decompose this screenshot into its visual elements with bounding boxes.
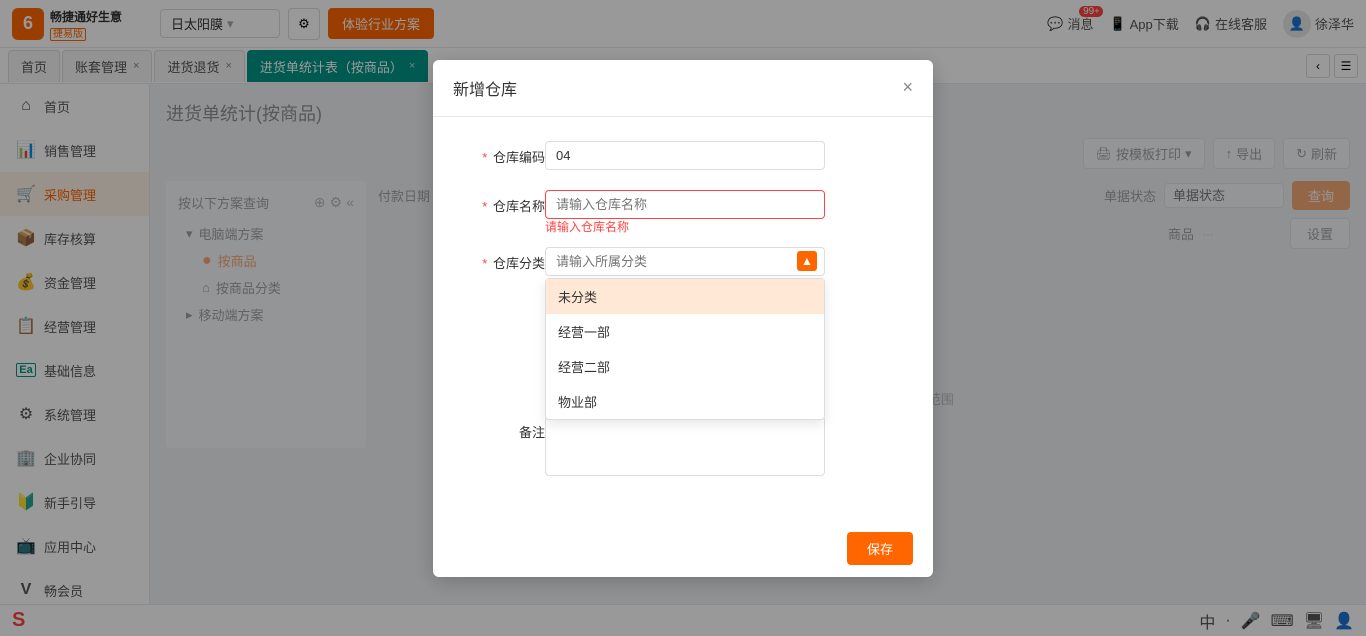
category-toggle-button[interactable]: ▲ [797, 251, 817, 271]
category-option-uncategorized[interactable]: 未分类 [546, 279, 824, 314]
code-label: * 仓库编码 [465, 141, 545, 166]
form-row-notes: 备注 [465, 416, 901, 476]
modal-body: * 仓库编码 * 仓库名称 请输入仓库名称 * [433, 117, 933, 520]
category-dropdown: 未分类 经营一部 经营二部 物业部 [545, 278, 825, 420]
save-button[interactable]: 保存 [847, 532, 913, 565]
category-input[interactable] [545, 247, 825, 276]
notes-label: 备注 [465, 416, 545, 441]
modal-overlay[interactable]: 新增仓库 × * 仓库编码 * 仓库名称 请输入仓库名称 [0, 0, 1366, 636]
category-label: * 仓库分类 [465, 247, 545, 272]
new-warehouse-modal: 新增仓库 × * 仓库编码 * 仓库名称 请输入仓库名称 [433, 60, 933, 577]
category-option-dept1[interactable]: 经营一部 [546, 314, 824, 349]
category-option-property[interactable]: 物业部 [546, 384, 824, 419]
category-wrapper: ▲ 未分类 经营一部 经营二部 物业部 [545, 247, 825, 276]
form-row-name: * 仓库名称 请输入仓库名称 [465, 190, 901, 219]
code-input[interactable] [545, 141, 825, 170]
name-error-message: 请输入仓库名称 [545, 218, 629, 235]
category-option-dept2[interactable]: 经营二部 [546, 349, 824, 384]
modal-close-button[interactable]: × [902, 77, 913, 98]
name-label: * 仓库名称 [465, 190, 545, 215]
form-row-category: * 仓库分类 ▲ 未分类 经营一部 经营二部 物业部 [465, 247, 901, 276]
modal-header: 新增仓库 × [433, 60, 933, 117]
form-row-code: * 仓库编码 [465, 141, 901, 170]
name-input[interactable] [545, 190, 825, 219]
notes-textarea[interactable] [545, 416, 825, 476]
modal-title: 新增仓库 [453, 76, 517, 100]
modal-footer: 保存 [433, 520, 933, 577]
